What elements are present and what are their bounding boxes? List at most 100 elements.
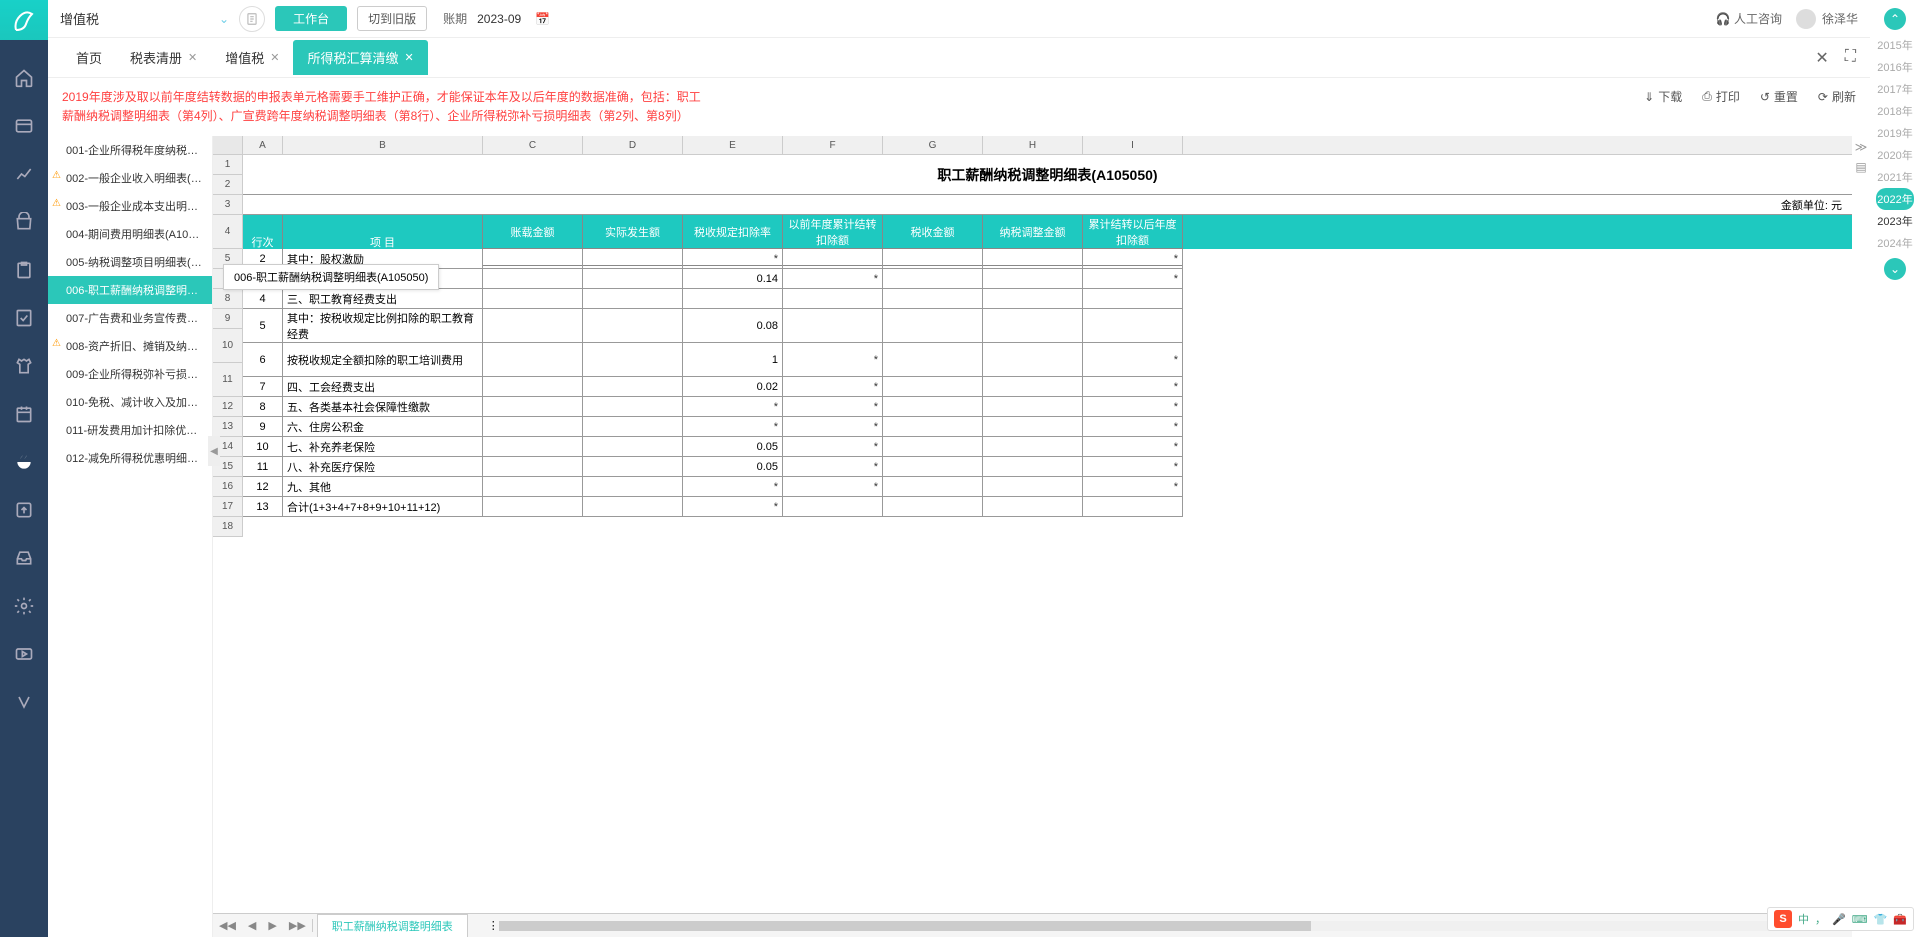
value-cell[interactable] (883, 477, 983, 497)
value-cell[interactable] (983, 437, 1083, 457)
value-cell[interactable]: * (783, 377, 883, 397)
value-cell[interactable]: * (783, 457, 883, 477)
close-icon[interactable]: ✕ (188, 51, 197, 64)
value-cell[interactable] (983, 289, 1083, 309)
tree-item[interactable]: 012-减免所得税优惠明细表(... (48, 444, 212, 472)
value-cell[interactable] (883, 437, 983, 457)
doc-icon-button[interactable] (239, 6, 265, 32)
value-cell[interactable] (883, 457, 983, 477)
ime-tool-icon[interactable]: 🧰 (1893, 913, 1907, 926)
value-cell[interactable] (883, 269, 983, 289)
value-cell[interactable] (883, 289, 983, 309)
year-button[interactable]: 2019年 (1876, 122, 1914, 144)
year-button[interactable]: 2015年 (1876, 34, 1914, 56)
panel-expand-icon[interactable]: ≫ (1855, 140, 1868, 154)
value-cell[interactable] (883, 417, 983, 437)
value-cell[interactable] (583, 457, 683, 477)
value-cell[interactable]: * (683, 477, 783, 497)
value-cell[interactable]: * (1083, 397, 1183, 417)
calendar-icon[interactable] (14, 404, 34, 424)
calendar-small-icon[interactable]: 📅 (535, 12, 550, 26)
value-cell[interactable] (583, 289, 683, 309)
tree-item[interactable]: 009-企业所得税弥补亏损明... (48, 360, 212, 388)
row-header[interactable]: 8 (213, 289, 243, 309)
value-cell[interactable] (883, 377, 983, 397)
value-cell[interactable]: 1 (683, 343, 783, 377)
sheet-tab[interactable]: 职工薪酬纳税调整明细表 (317, 914, 468, 937)
ime-brand-icon[interactable]: S (1774, 910, 1792, 928)
value-cell[interactable] (583, 437, 683, 457)
tab-首页[interactable]: 首页 (62, 40, 116, 75)
row-header[interactable]: 13 (213, 417, 243, 437)
value-cell[interactable]: * (783, 269, 883, 289)
value-cell[interactable] (983, 417, 1083, 437)
chart-icon[interactable] (14, 164, 34, 184)
value-cell[interactable] (483, 309, 583, 343)
v-icon[interactable] (14, 692, 34, 712)
row-header[interactable]: 2 (213, 175, 243, 195)
value-cell[interactable]: * (1083, 269, 1183, 289)
tree-item[interactable]: 006-职工薪酬纳税调整明细... (48, 276, 212, 304)
tree-item[interactable]: 001-企业所得税年度纳税申... (48, 136, 212, 164)
print-button[interactable]: ⎙ 打印 (1702, 88, 1740, 105)
value-cell[interactable]: * (783, 477, 883, 497)
value-cell[interactable] (483, 289, 583, 309)
value-cell[interactable] (583, 497, 683, 517)
workbench-button[interactable]: 工作台 (275, 6, 347, 31)
value-cell[interactable] (983, 377, 1083, 397)
ime-skin-icon[interactable]: 👕 (1874, 913, 1888, 926)
ime-lang[interactable]: 中 (1798, 911, 1809, 927)
value-cell[interactable] (983, 343, 1083, 377)
user-menu[interactable]: 徐泽华 (1796, 9, 1858, 29)
value-cell[interactable] (983, 397, 1083, 417)
close-icon[interactable]: ✕ (270, 51, 279, 64)
value-cell[interactable] (483, 437, 583, 457)
value-cell[interactable]: * (1083, 437, 1183, 457)
period-value[interactable]: 2023-09 (477, 12, 521, 26)
year-button[interactable]: 2018年 (1876, 100, 1914, 122)
value-cell[interactable] (983, 249, 1083, 269)
shirt-icon[interactable] (14, 356, 34, 376)
value-cell[interactable] (583, 249, 683, 269)
value-cell[interactable] (783, 289, 883, 309)
card-icon[interactable] (14, 116, 34, 136)
value-cell[interactable] (583, 309, 683, 343)
value-cell[interactable] (583, 377, 683, 397)
panel-menu-icon[interactable]: ▤ (1855, 160, 1866, 174)
tree-item[interactable]: 011-研发费用加计扣除优惠... (48, 416, 212, 444)
row-header[interactable]: 9 (213, 309, 243, 329)
year-button[interactable]: 2020年 (1876, 144, 1914, 166)
value-cell[interactable] (483, 397, 583, 417)
value-cell[interactable]: * (683, 397, 783, 417)
value-cell[interactable] (483, 343, 583, 377)
row-header[interactable]: 1 (213, 155, 243, 175)
year-down-icon[interactable]: ⌄ (1884, 258, 1906, 280)
close-icon[interactable]: ✕ (405, 51, 414, 64)
value-cell[interactable] (483, 457, 583, 477)
value-cell[interactable] (583, 417, 683, 437)
upload-icon[interactable] (14, 500, 34, 520)
tree-item[interactable]: ⚠003-一般企业成本支出明细... (48, 192, 212, 220)
year-button[interactable]: 2022年 (1876, 188, 1914, 210)
value-cell[interactable]: * (1083, 417, 1183, 437)
value-cell[interactable] (983, 457, 1083, 477)
value-cell[interactable]: 0.02 (683, 377, 783, 397)
value-cell[interactable] (983, 309, 1083, 343)
tree-item[interactable]: 007-广告费和业务宣传费跨... (48, 304, 212, 332)
value-cell[interactable]: * (1083, 343, 1183, 377)
value-cell[interactable] (1083, 289, 1183, 309)
sheet-nav-prev[interactable]: ◀ (242, 919, 262, 932)
value-cell[interactable] (583, 477, 683, 497)
ime-keyboard-icon[interactable]: ⌨ (1852, 913, 1868, 926)
value-cell[interactable] (483, 269, 583, 289)
value-cell[interactable] (1083, 497, 1183, 517)
value-cell[interactable] (883, 309, 983, 343)
value-cell[interactable] (883, 249, 983, 269)
value-cell[interactable] (483, 497, 583, 517)
year-up-icon[interactable]: ⌃ (1884, 8, 1906, 30)
tax-type-dropdown[interactable]: 增值税 ⌄ (60, 9, 229, 28)
value-cell[interactable] (983, 477, 1083, 497)
value-cell[interactable] (583, 397, 683, 417)
value-cell[interactable]: 0.05 (683, 437, 783, 457)
row-header[interactable]: 4 (213, 215, 243, 249)
